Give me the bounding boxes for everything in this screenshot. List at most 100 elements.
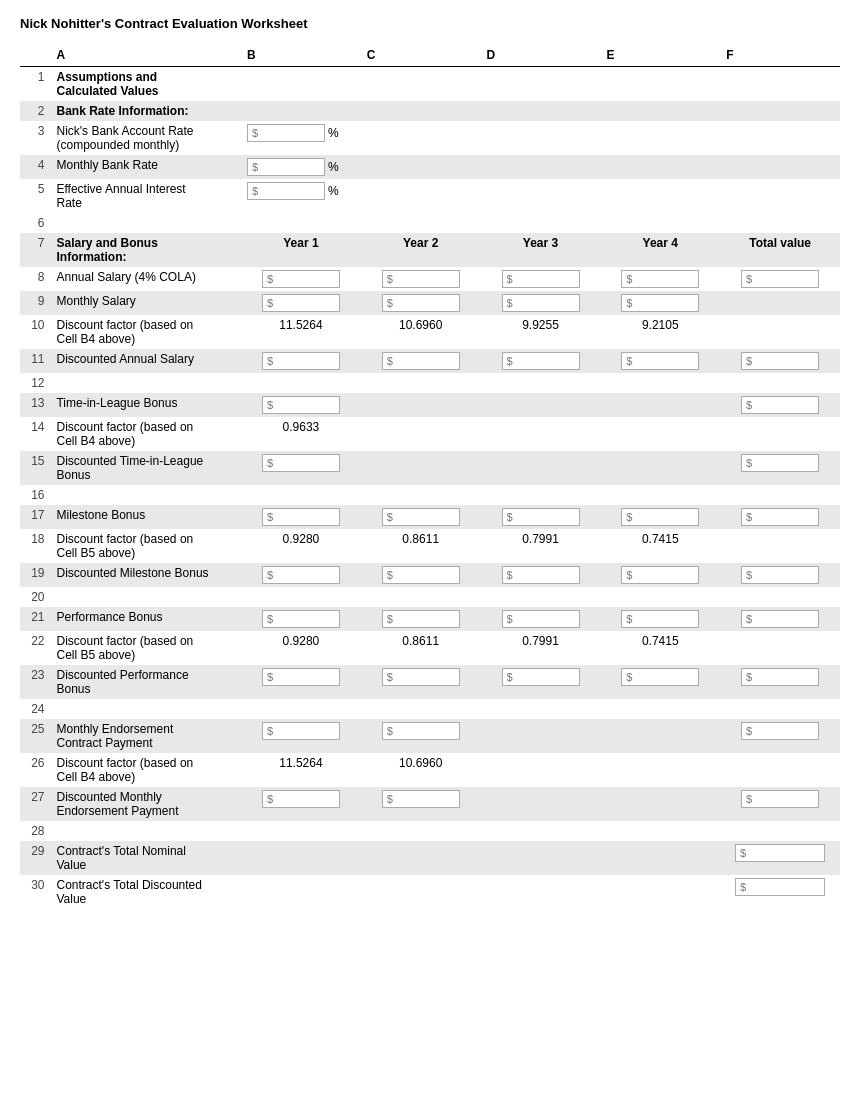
cell-b[interactable] xyxy=(241,665,361,699)
cell-e[interactable] xyxy=(600,291,720,315)
cell-f[interactable] xyxy=(720,349,840,373)
cell-f xyxy=(720,631,840,665)
cell-c[interactable] xyxy=(361,505,481,529)
cell-input[interactable] xyxy=(382,294,460,312)
cell-input[interactable] xyxy=(502,566,580,584)
cell-input[interactable] xyxy=(621,352,699,370)
cell-d[interactable] xyxy=(481,607,601,631)
cell-input[interactable] xyxy=(621,668,699,686)
cell-f[interactable] xyxy=(720,267,840,291)
cell-f[interactable] xyxy=(720,607,840,631)
cell-d[interactable] xyxy=(481,505,601,529)
cell-b[interactable]: % xyxy=(241,121,361,155)
cell-input[interactable] xyxy=(382,352,460,370)
cell-input[interactable] xyxy=(262,508,340,526)
cell-input[interactable] xyxy=(382,668,460,686)
cell-input[interactable] xyxy=(741,610,819,628)
cell-input[interactable] xyxy=(262,294,340,312)
cell-input[interactable] xyxy=(741,790,819,808)
cell-f[interactable] xyxy=(720,665,840,699)
cell-d[interactable] xyxy=(481,349,601,373)
cell-input[interactable] xyxy=(502,294,580,312)
cell-b[interactable] xyxy=(241,451,361,485)
cell-d[interactable] xyxy=(481,267,601,291)
cell-input[interactable] xyxy=(621,508,699,526)
cell-b[interactable] xyxy=(241,505,361,529)
cell-input[interactable] xyxy=(262,668,340,686)
cell-input[interactable] xyxy=(502,610,580,628)
cell-input[interactable] xyxy=(247,182,325,200)
cell-c[interactable] xyxy=(361,291,481,315)
cell-f[interactable] xyxy=(720,875,840,909)
cell-b[interactable] xyxy=(241,393,361,417)
cell-input[interactable] xyxy=(741,454,819,472)
cell-b[interactable]: % xyxy=(241,155,361,179)
cell-input[interactable] xyxy=(262,722,340,740)
cell-c[interactable] xyxy=(361,563,481,587)
cell-b[interactable] xyxy=(241,267,361,291)
cell-c[interactable] xyxy=(361,267,481,291)
cell-input[interactable] xyxy=(262,270,340,288)
cell-c[interactable] xyxy=(361,665,481,699)
cell-c[interactable] xyxy=(361,607,481,631)
cell-input[interactable] xyxy=(741,668,819,686)
cell-e[interactable] xyxy=(600,267,720,291)
cell-input[interactable] xyxy=(262,610,340,628)
cell-f[interactable] xyxy=(720,563,840,587)
cell-input[interactable] xyxy=(382,566,460,584)
cell-c[interactable] xyxy=(361,349,481,373)
cell-input[interactable] xyxy=(621,270,699,288)
cell-input[interactable] xyxy=(247,124,325,142)
cell-input[interactable] xyxy=(502,508,580,526)
cell-input[interactable] xyxy=(741,722,819,740)
cell-c[interactable] xyxy=(361,787,481,821)
cell-d[interactable] xyxy=(481,563,601,587)
cell-b[interactable] xyxy=(241,719,361,753)
cell-b[interactable] xyxy=(241,787,361,821)
cell-input[interactable] xyxy=(741,396,819,414)
cell-input[interactable] xyxy=(741,352,819,370)
cell-f[interactable] xyxy=(720,505,840,529)
cell-d[interactable] xyxy=(481,665,601,699)
cell-b[interactable] xyxy=(241,563,361,587)
cell-input[interactable] xyxy=(262,790,340,808)
cell-input[interactable] xyxy=(741,566,819,584)
cell-input[interactable] xyxy=(382,270,460,288)
cell-input[interactable] xyxy=(262,454,340,472)
cell-b[interactable] xyxy=(241,349,361,373)
cell-input[interactable] xyxy=(621,566,699,584)
cell-input[interactable] xyxy=(502,270,580,288)
cell-d[interactable] xyxy=(481,291,601,315)
cell-input[interactable] xyxy=(262,396,340,414)
cell-e[interactable] xyxy=(600,607,720,631)
cell-b[interactable]: % xyxy=(241,179,361,213)
cell-e[interactable] xyxy=(600,665,720,699)
cell-f[interactable] xyxy=(720,841,840,875)
cell-e[interactable] xyxy=(600,349,720,373)
cell-input[interactable] xyxy=(502,352,580,370)
cell-f[interactable] xyxy=(720,787,840,821)
cell-input[interactable] xyxy=(382,722,460,740)
cell-b[interactable] xyxy=(241,607,361,631)
cell-input[interactable] xyxy=(741,508,819,526)
cell-input[interactable] xyxy=(735,844,825,862)
cell-c[interactable] xyxy=(361,719,481,753)
cell-input[interactable] xyxy=(382,508,460,526)
cell-e[interactable] xyxy=(600,563,720,587)
cell-f[interactable] xyxy=(720,451,840,485)
cell-input[interactable] xyxy=(262,566,340,584)
cell-input[interactable] xyxy=(741,270,819,288)
cell-e[interactable] xyxy=(600,505,720,529)
cell-input[interactable] xyxy=(502,668,580,686)
cell-input[interactable] xyxy=(621,610,699,628)
cell-f[interactable] xyxy=(720,393,840,417)
cell-b[interactable] xyxy=(241,291,361,315)
cell-f[interactable] xyxy=(720,719,840,753)
cell-c xyxy=(361,155,481,179)
cell-input[interactable] xyxy=(247,158,325,176)
cell-input[interactable] xyxy=(621,294,699,312)
cell-input[interactable] xyxy=(262,352,340,370)
cell-input[interactable] xyxy=(735,878,825,896)
cell-input[interactable] xyxy=(382,790,460,808)
cell-input[interactable] xyxy=(382,610,460,628)
